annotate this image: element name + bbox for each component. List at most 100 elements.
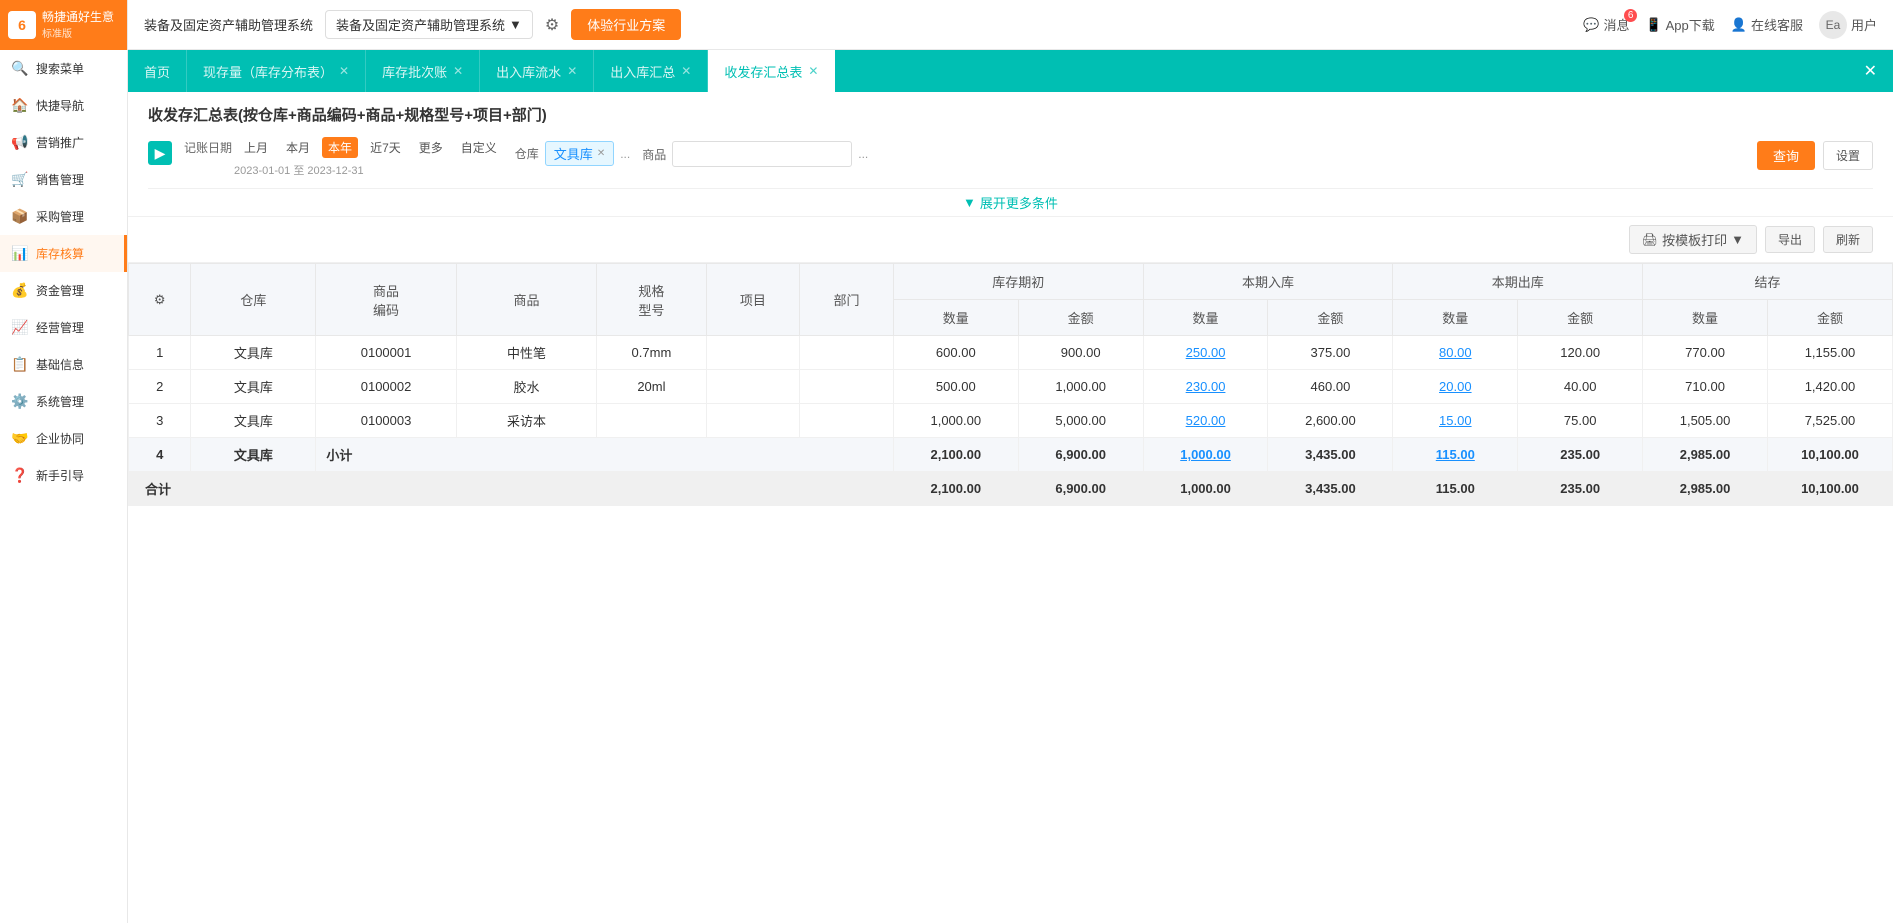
row-opening-amt: 5,000.00 — [1018, 404, 1143, 438]
subtotal-num: 4 — [129, 438, 191, 472]
sidebar-item-system[interactable]: ⚙️ 系统管理 — [0, 383, 127, 420]
row-code: 0100003 — [316, 404, 456, 438]
warehouse-tag[interactable]: 文具库 ✕ — [545, 141, 614, 166]
sidebar-item-search[interactable]: 🔍 搜索菜单 — [0, 50, 127, 87]
trial-button[interactable]: 体验行业方案 — [571, 9, 681, 40]
row-out-qty[interactable]: 80.00 — [1393, 336, 1518, 370]
message-icon: 💬 — [1583, 17, 1599, 33]
sidebar-item-marketing[interactable]: 📢 营销推广 — [0, 124, 127, 161]
row-num: 3 — [129, 404, 191, 438]
sidebar-label-collab: 企业协同 — [36, 430, 84, 447]
tab-close-icon-recv-summary[interactable]: ✕ — [808, 64, 818, 78]
row-closing-qty: 770.00 — [1643, 336, 1768, 370]
sidebar-item-finance[interactable]: 💰 资金管理 — [0, 272, 127, 309]
row-out-qty[interactable]: 20.00 — [1393, 370, 1518, 404]
sidebar-icon-sales: 🛒 — [12, 172, 28, 188]
row-opening-amt: 1,000.00 — [1018, 370, 1143, 404]
sidebar-item-inventory[interactable]: 📊 库存核算 — [0, 235, 127, 272]
row-out-qty[interactable]: 15.00 — [1393, 404, 1518, 438]
sidebar-item-basic-info[interactable]: 📋 基础信息 — [0, 346, 127, 383]
total-label: 合计 — [129, 472, 894, 506]
tab-close-icon-summary[interactable]: ✕ — [681, 64, 691, 78]
warehouse-label: 仓库 — [515, 145, 539, 162]
expand-more-btn[interactable]: ▼ 展开更多条件 — [963, 193, 1058, 212]
date-btn-this-year[interactable]: 本年 — [322, 137, 358, 158]
warehouse-more-btn[interactable]: ... — [620, 147, 630, 161]
date-btn-last-month[interactable]: 上月 — [238, 137, 274, 158]
sidebar-label-finance: 资金管理 — [36, 282, 84, 299]
sidebar-item-sales[interactable]: 🛒 销售管理 — [0, 161, 127, 198]
tab-batch[interactable]: 库存批次账✕ — [366, 50, 480, 92]
print-button[interactable]: 🖨 按模板打印 ▼ — [1629, 225, 1757, 254]
row-in-qty[interactable]: 250.00 — [1143, 336, 1268, 370]
row-project — [706, 370, 800, 404]
table-row: 2 文具库 0100002 胶水 20ml 500.00 1,000.00 23… — [129, 370, 1893, 404]
filter-toggle-btn[interactable]: ▶ — [148, 141, 172, 165]
row-warehouse: 文具库 — [191, 370, 316, 404]
col-settings-header[interactable]: ⚙ — [129, 264, 191, 336]
col-opening-header: 库存期初 — [893, 264, 1143, 300]
warehouse-remove-icon[interactable]: ✕ — [597, 148, 605, 159]
col-spec-header: 规格型号 — [597, 264, 706, 336]
settings-button[interactable]: 设置 — [1823, 141, 1873, 170]
tab-home[interactable]: 首页 — [128, 50, 187, 92]
total-opening-qty: 2,100.00 — [893, 472, 1018, 506]
product-input[interactable] — [672, 141, 852, 167]
total-row: 合计 2,100.00 6,900.00 1,000.00 3,435.00 1… — [129, 472, 1893, 506]
row-num: 2 — [129, 370, 191, 404]
sidebar-item-operations[interactable]: 📈 经营管理 — [0, 309, 127, 346]
subtotal-in-amt: 3,435.00 — [1268, 438, 1393, 472]
sidebar-item-purchase[interactable]: 📦 采购管理 — [0, 198, 127, 235]
sidebar-icon-system: ⚙️ — [12, 394, 28, 410]
sidebar-label-marketing: 营销推广 — [36, 134, 84, 151]
app-logo: 6 — [8, 11, 36, 39]
gear-icon[interactable]: ⚙ — [545, 15, 559, 35]
date-btn-7days[interactable]: 近7天 — [364, 137, 407, 158]
row-out-amt: 75.00 — [1518, 404, 1643, 438]
user-action[interactable]: Ea 用户 — [1819, 11, 1877, 39]
download-icon: 📱 — [1645, 17, 1661, 33]
tab-close-icon-inventory-dist[interactable]: ✕ — [339, 64, 349, 78]
row-in-qty[interactable]: 230.00 — [1143, 370, 1268, 404]
row-project — [706, 404, 800, 438]
messages-action[interactable]: 💬 消息 6 — [1583, 15, 1629, 34]
row-in-qty[interactable]: 520.00 — [1143, 404, 1268, 438]
topbar-left: 装备及固定资产辅助管理系统 装备及固定资产辅助管理系统 ▼ ⚙ 体验行业方案 — [144, 9, 681, 40]
tab-label-flow: 出入库流水 — [496, 62, 561, 81]
row-closing-amt: 1,155.00 — [1767, 336, 1892, 370]
refresh-button[interactable]: 刷新 — [1823, 226, 1873, 253]
tabbar-close-icon[interactable]: ✕ — [1848, 61, 1893, 81]
sidebar-item-collab[interactable]: 🤝 企业协同 — [0, 420, 127, 457]
tab-summary[interactable]: 出入库汇总✕ — [594, 50, 708, 92]
row-dept — [800, 336, 894, 370]
date-range: 2023-01-01 至 2023-12-31 — [184, 162, 503, 178]
system-dropdown[interactable]: 装备及固定资产辅助管理系统 ▼ — [325, 10, 533, 39]
product-more-btn[interactable]: ... — [858, 147, 868, 161]
sidebar-header: 6 畅捷通好生意 标准版 — [0, 0, 127, 50]
tab-close-icon-batch[interactable]: ✕ — [453, 64, 463, 78]
online-service-action[interactable]: 👤 在线客服 — [1731, 15, 1803, 34]
sidebar-icon-operations: 📈 — [12, 320, 28, 336]
col-opening-qty-header: 数量 — [893, 300, 1018, 336]
row-name: 胶水 — [456, 370, 596, 404]
sidebar-item-guide[interactable]: ❓ 新手引导 — [0, 457, 127, 494]
subtotal-out-amt: 235.00 — [1518, 438, 1643, 472]
row-out-amt: 40.00 — [1518, 370, 1643, 404]
tab-inventory-dist[interactable]: 现存量（库存分布表）✕ — [187, 50, 366, 92]
print-icon: 🖨 — [1642, 232, 1659, 248]
tab-flow[interactable]: 出入库流水 ✕ — [480, 50, 594, 92]
col-code-header: 商品编码 — [316, 264, 456, 336]
main-area: 装备及固定资产辅助管理系统 装备及固定资产辅助管理系统 ▼ ⚙ 体验行业方案 💬… — [128, 0, 1893, 923]
export-button[interactable]: 导出 — [1765, 226, 1815, 253]
query-button[interactable]: 查询 — [1757, 141, 1815, 170]
date-btn-custom[interactable]: 自定义 — [455, 137, 503, 158]
sidebar-item-quick-nav[interactable]: 🏠 快捷导航 — [0, 87, 127, 124]
tab-recv-summary[interactable]: 收发存汇总表✕ — [708, 50, 835, 92]
date-btn-this-month[interactable]: 本月 — [280, 137, 316, 158]
warehouse-tag-value: 文具库 — [554, 144, 593, 163]
date-btn-more[interactable]: 更多 — [413, 137, 449, 158]
row-out-amt: 120.00 — [1518, 336, 1643, 370]
sidebar-icon-finance: 💰 — [12, 283, 28, 299]
app-download-action[interactable]: 📱 App下载 — [1645, 15, 1714, 34]
tab-close-icon-flow[interactable]: ✕ — [567, 64, 577, 78]
